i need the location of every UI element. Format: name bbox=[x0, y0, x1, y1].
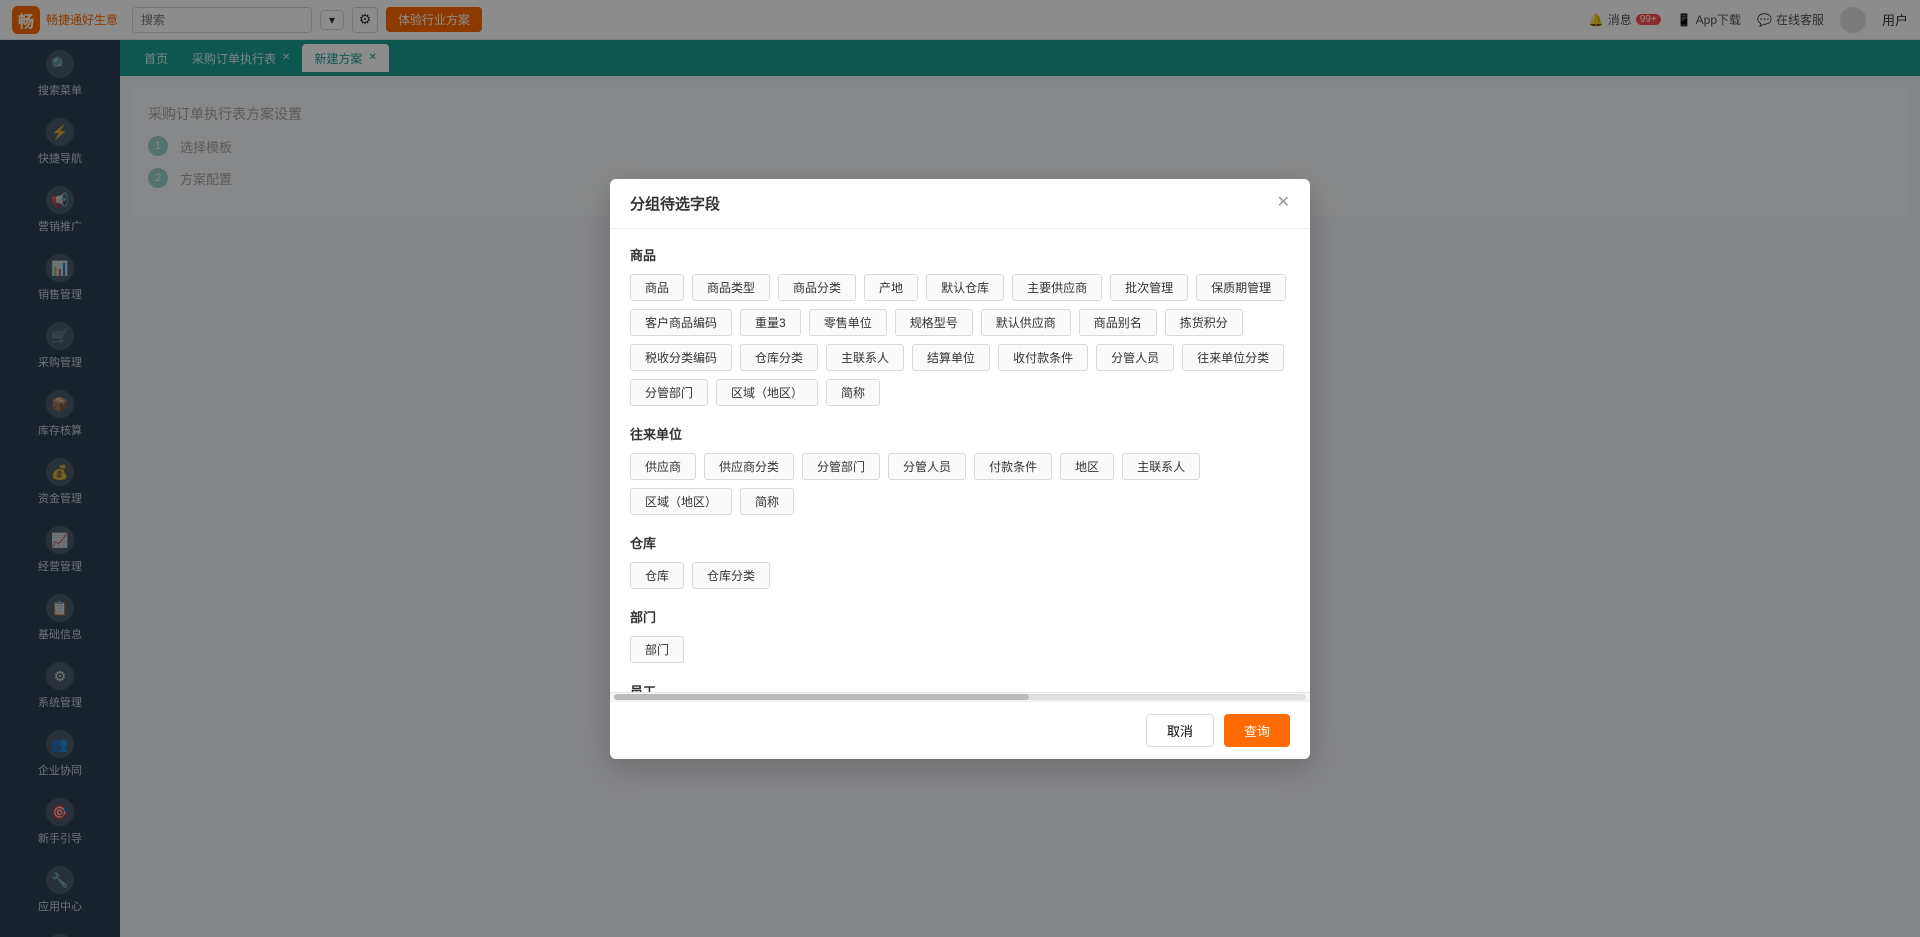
field-tag-pick-points[interactable]: 拣货积分 bbox=[1165, 309, 1243, 336]
section-warehouse-title: 仓库 bbox=[630, 533, 1290, 552]
field-tag-retail-unit[interactable]: 零售单位 bbox=[809, 309, 887, 336]
field-tag-goods-alias[interactable]: 商品别名 bbox=[1079, 309, 1157, 336]
modal-title: 分组待选字段 bbox=[630, 193, 720, 214]
field-tag-warehouse-category[interactable]: 仓库分类 bbox=[740, 344, 818, 371]
field-tag-supplier[interactable]: 供应商 bbox=[630, 453, 696, 480]
field-tag-sup-supervisor[interactable]: 分管人员 bbox=[888, 453, 966, 480]
section-goods: 商品 商品 商品类型 商品分类 产地 默认仓库 主要供应商 批次管理 保质期管理… bbox=[630, 245, 1290, 406]
field-tag-payment-cond[interactable]: 付款条件 bbox=[974, 453, 1052, 480]
field-tag-weight3[interactable]: 重量3 bbox=[740, 309, 801, 336]
field-tag-supplier-category[interactable]: 供应商分类 bbox=[704, 453, 794, 480]
cancel-button[interactable]: 取消 bbox=[1146, 714, 1214, 747]
field-tag-short-name[interactable]: 简称 bbox=[826, 379, 880, 406]
modal-header: 分组待选字段 ✕ bbox=[610, 179, 1310, 229]
section-employee: 员工 业务员 bbox=[630, 681, 1290, 692]
field-tag-origin[interactable]: 产地 bbox=[864, 274, 918, 301]
section-dept-title: 部门 bbox=[630, 607, 1290, 626]
field-tag-settlement-unit[interactable]: 结算单位 bbox=[912, 344, 990, 371]
field-tag-sup-short[interactable]: 简称 bbox=[740, 488, 794, 515]
field-tag-dept[interactable]: 分管部门 bbox=[630, 379, 708, 406]
field-tag-wh-category[interactable]: 仓库分类 bbox=[692, 562, 770, 589]
hscroll-track bbox=[614, 694, 1306, 700]
field-tag-partner-category[interactable]: 往来单位分类 bbox=[1182, 344, 1284, 371]
section-department: 部门 部门 bbox=[630, 607, 1290, 663]
field-tag-spec-model[interactable]: 规格型号 bbox=[895, 309, 973, 336]
field-tag-supervisor[interactable]: 分管人员 bbox=[1096, 344, 1174, 371]
field-tag-sup-dept[interactable]: 分管部门 bbox=[802, 453, 880, 480]
field-tag-region[interactable]: 区域（地区） bbox=[716, 379, 818, 406]
section-goods-title: 商品 bbox=[630, 245, 1290, 264]
modal-overlay: 分组待选字段 ✕ 商品 商品 商品类型 商品分类 产地 默认仓库 主要供应商 批… bbox=[0, 0, 1920, 937]
modal-close-button[interactable]: ✕ bbox=[1277, 195, 1290, 211]
field-tag-batch-mgmt[interactable]: 批次管理 bbox=[1110, 274, 1188, 301]
field-tag-department[interactable]: 部门 bbox=[630, 636, 684, 663]
field-tag-sup-region[interactable]: 区域（地区） bbox=[630, 488, 732, 515]
modal-body: 商品 商品 商品类型 商品分类 产地 默认仓库 主要供应商 批次管理 保质期管理… bbox=[610, 229, 1310, 692]
section-warehouse: 仓库 仓库 仓库分类 bbox=[630, 533, 1290, 589]
section-partner: 往来单位 供应商 供应商分类 分管部门 分管人员 付款条件 地区 主联系人 区域… bbox=[630, 424, 1290, 515]
goods-field-tags: 商品 商品类型 商品分类 产地 默认仓库 主要供应商 批次管理 保质期管理 客户… bbox=[630, 274, 1290, 406]
modal-horizontal-scrollbar[interactable] bbox=[610, 692, 1310, 701]
field-tag-main-contact[interactable]: 主联系人 bbox=[826, 344, 904, 371]
field-tag-tax-code[interactable]: 税收分类编码 bbox=[630, 344, 732, 371]
field-tag-sup-contact[interactable]: 主联系人 bbox=[1122, 453, 1200, 480]
field-tag-goods-category[interactable]: 商品分类 bbox=[778, 274, 856, 301]
dept-field-tags: 部门 bbox=[630, 636, 1290, 663]
modal-footer: 取消 查询 bbox=[610, 701, 1310, 759]
warehouse-field-tags: 仓库 仓库分类 bbox=[630, 562, 1290, 589]
hscroll-thumb[interactable] bbox=[614, 694, 1029, 700]
field-tag-goods-type[interactable]: 商品类型 bbox=[692, 274, 770, 301]
section-partner-title: 往来单位 bbox=[630, 424, 1290, 443]
field-tag-default-supplier[interactable]: 默认供应商 bbox=[981, 309, 1071, 336]
field-tag-customer-code[interactable]: 客户商品编码 bbox=[630, 309, 732, 336]
field-tag-goods[interactable]: 商品 bbox=[630, 274, 684, 301]
field-tag-default-warehouse[interactable]: 默认仓库 bbox=[926, 274, 1004, 301]
field-tag-area[interactable]: 地区 bbox=[1060, 453, 1114, 480]
field-selection-modal: 分组待选字段 ✕ 商品 商品 商品类型 商品分类 产地 默认仓库 主要供应商 批… bbox=[610, 179, 1310, 759]
partner-field-tags: 供应商 供应商分类 分管部门 分管人员 付款条件 地区 主联系人 区域（地区） … bbox=[630, 453, 1290, 515]
field-tag-main-supplier[interactable]: 主要供应商 bbox=[1012, 274, 1102, 301]
field-tag-expiry-mgmt[interactable]: 保质期管理 bbox=[1196, 274, 1286, 301]
confirm-button[interactable]: 查询 bbox=[1224, 714, 1290, 747]
section-employee-title: 员工 bbox=[630, 681, 1290, 692]
field-tag-payment-terms[interactable]: 收付款条件 bbox=[998, 344, 1088, 371]
field-tag-warehouse[interactable]: 仓库 bbox=[630, 562, 684, 589]
